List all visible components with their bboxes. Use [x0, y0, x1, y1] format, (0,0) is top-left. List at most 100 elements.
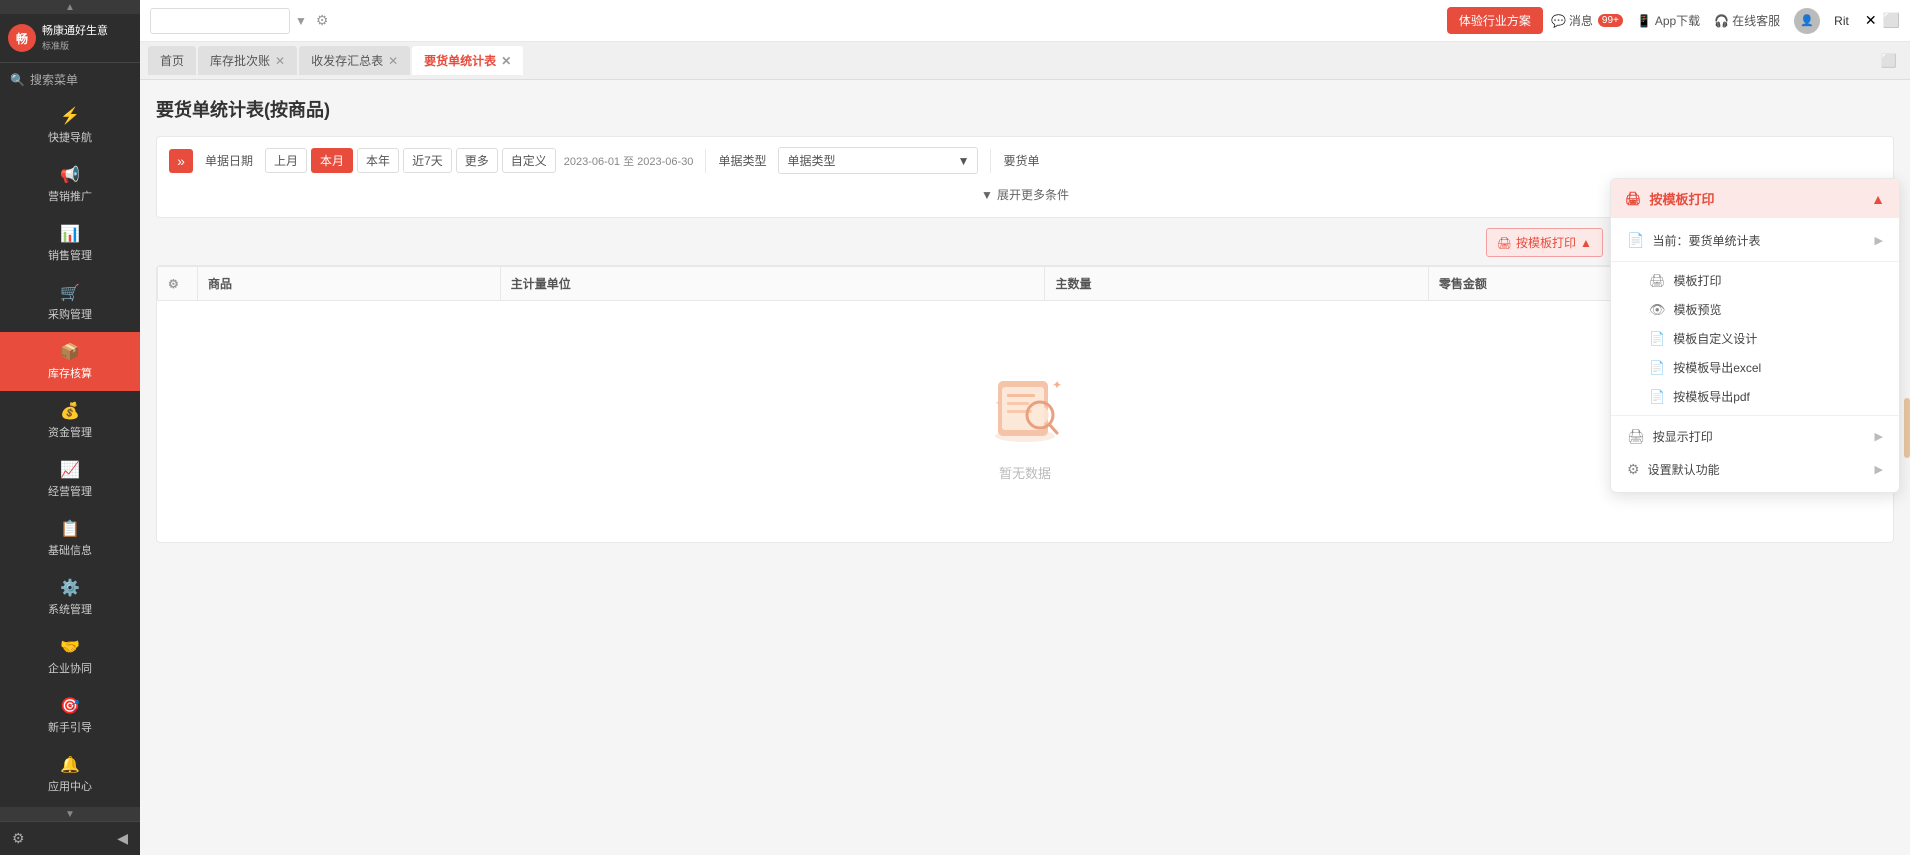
print-menu-export-pdf[interactable]: 📄 按模板导出pdf: [1611, 382, 1899, 411]
template-print-label: 模板打印: [1674, 272, 1722, 289]
user-avatar[interactable]: 👤: [1794, 8, 1820, 34]
date-btn-custom[interactable]: 自定义: [502, 148, 556, 173]
date-btn-last-month[interactable]: 上月: [265, 148, 307, 173]
default-func-left: ⚙ 设置默认功能: [1627, 461, 1720, 478]
print-dropdown-title: 按模板打印: [1650, 189, 1715, 208]
print-dropdown-body: 📄 当前：要货单统计表 ▶ 🖨 模板打印 👁 模板预览: [1611, 218, 1899, 492]
topbar-chevron-icon[interactable]: ▼: [295, 14, 307, 28]
filter-expand-icon[interactable]: »: [169, 149, 193, 173]
sidebar-item-wechat[interactable]: 💬 企业微信: [0, 804, 140, 807]
table-gear-icon[interactable]: ⚙: [168, 277, 179, 291]
topbar-search-input[interactable]: [150, 8, 290, 34]
appstore-icon: 🔔: [60, 755, 80, 775]
sidebar-item-guide-label: 新手引导: [48, 719, 92, 735]
print-header-left: 🖨 按模板打印: [1625, 189, 1715, 208]
finance-icon: 💰: [60, 401, 80, 421]
print-menu-template-design[interactable]: 📄 模板自定义设计: [1611, 324, 1899, 353]
message-label: 消息: [1569, 12, 1593, 29]
sidebar-item-purchase[interactable]: 🛒 采购管理: [0, 273, 140, 332]
print-menu-template-preview[interactable]: 👁 模板预览: [1611, 295, 1899, 324]
sidebar-scroll-down[interactable]: ▼: [0, 807, 140, 821]
sidebar-scroll-up[interactable]: ▲: [0, 0, 140, 14]
sidebar-item-finance[interactable]: 💰 资金管理: [0, 391, 140, 450]
print-menu-display-print[interactable]: 🖨 按显示打印 ▶: [1611, 420, 1899, 453]
sidebar-item-guide[interactable]: 🎯 新手引导: [0, 686, 140, 745]
sidebar-item-marketing[interactable]: 📢 营销推广: [0, 155, 140, 214]
expand-conditions-button[interactable]: ▼ 展开更多条件: [971, 182, 1079, 207]
online-service-button[interactable]: 🎧 在线客服: [1714, 12, 1780, 29]
trial-button[interactable]: 体验行业方案: [1447, 7, 1543, 34]
message-badge: 99+: [1598, 14, 1623, 27]
print-current-item[interactable]: 📄 当前：要货单统计表 ▶: [1611, 224, 1899, 257]
order-type-select[interactable]: 单据类型 ▼: [778, 147, 978, 174]
tab-order-stats[interactable]: 要货单统计表 ✕: [412, 46, 523, 75]
filter-divider-2: [990, 149, 991, 173]
print-header-icon: 🖨: [1625, 191, 1642, 207]
print-dropdown-close[interactable]: ▲: [1871, 191, 1885, 207]
tab-receipt-summary-label: 收发存汇总表: [311, 52, 383, 69]
tab-inventory-batch[interactable]: 库存批次账 ✕: [198, 46, 297, 75]
date-buttons: 上月 本月 本年 近7天 更多 自定义 2023-06-01 至 2023-06…: [265, 148, 693, 173]
app-download-button[interactable]: 📱 App下载: [1637, 12, 1700, 29]
settings-icon[interactable]: ⚙: [12, 830, 25, 847]
message-icon: 💬: [1551, 14, 1566, 28]
print-menu-default-func[interactable]: ⚙ 设置默认功能 ▶: [1611, 453, 1899, 486]
guide-icon: 🎯: [60, 696, 80, 716]
date-range-text: 2023-06-01 至 2023-06-30: [564, 153, 694, 169]
print-menu-template-print[interactable]: 🖨 模板打印: [1611, 266, 1899, 295]
sidebar-item-purchase-label: 采购管理: [48, 306, 92, 322]
window-maximize-icon[interactable]: ⬜: [1883, 12, 1900, 29]
tab-expand-button[interactable]: ⬜: [1876, 48, 1902, 74]
sidebar-item-basic[interactable]: 📋 基础信息: [0, 509, 140, 568]
table-header-settings[interactable]: ⚙: [158, 267, 198, 301]
goods-label: 要货单: [1003, 152, 1039, 169]
empty-illustration: ✦ ✦: [980, 361, 1070, 451]
right-scrollbar[interactable]: [1904, 398, 1910, 458]
avatar-placeholder: 👤: [1800, 14, 1814, 27]
filter-divider-1: [705, 149, 706, 173]
shortcut-icon: ⚡: [60, 106, 80, 126]
tab-receipt-summary-close[interactable]: ✕: [388, 54, 398, 68]
tab-inventory-batch-close[interactable]: ✕: [275, 54, 285, 68]
sidebar-item-enterprise[interactable]: 🤝 企业协同: [0, 627, 140, 686]
message-button[interactable]: 💬 消息 99+: [1551, 12, 1623, 29]
window-close-icon[interactable]: ✕: [1865, 12, 1877, 29]
print-current-label: 当前：要货单统计表: [1652, 232, 1760, 249]
print-button[interactable]: 🖨 按模板打印 ▲: [1486, 228, 1603, 257]
system-icon: ⚙️: [60, 578, 80, 598]
date-btn-current-month[interactable]: 本月: [311, 148, 353, 173]
sidebar-item-shortcut[interactable]: ⚡ 快捷导航: [0, 96, 140, 155]
sidebar-item-operation[interactable]: 📈 经营管理: [0, 450, 140, 509]
date-label: 单据日期: [205, 152, 253, 169]
display-print-left: 🖨 按显示打印: [1627, 428, 1713, 445]
app-download-label: App下载: [1655, 12, 1700, 29]
sidebar-item-sales[interactable]: 📊 销售管理: [0, 214, 140, 273]
sidebar-item-appstore[interactable]: 🔔 应用中心: [0, 745, 140, 804]
marketing-icon: 📢: [60, 165, 80, 185]
basic-icon: 📋: [60, 519, 80, 539]
topbar-breadcrumb: ▼ ⚙: [150, 8, 1439, 34]
tab-receipt-summary[interactable]: 收发存汇总表 ✕: [299, 46, 410, 75]
tab-home[interactable]: 首页: [148, 46, 196, 75]
sidebar-item-system[interactable]: ⚙️ 系统管理: [0, 568, 140, 627]
window-controls: ✕ ⬜: [1865, 12, 1900, 29]
page-content: 要货单统计表(按商品) » 单据日期 上月 本月 本年 近7天 更多 自定义 2…: [140, 80, 1910, 855]
sidebar-item-inventory[interactable]: 📦 库存核算: [0, 332, 140, 391]
collapse-icon[interactable]: ◀: [117, 830, 128, 847]
display-print-chevron-icon: ▶: [1875, 430, 1883, 443]
tab-inventory-batch-label: 库存批次账: [210, 52, 270, 69]
date-btn-more[interactable]: 更多: [456, 148, 498, 173]
default-func-icon: ⚙: [1627, 461, 1640, 478]
main-area: ▼ ⚙ 体验行业方案 💬 消息 99+ 📱 App下载 🎧 在线客服 👤 Rit: [140, 0, 1910, 855]
tab-order-stats-close[interactable]: ✕: [501, 54, 511, 68]
print-icon: 🖨: [1497, 236, 1512, 250]
print-menu-export-excel[interactable]: 📄 按模板导出excel: [1611, 353, 1899, 382]
topbar-gear-icon[interactable]: ⚙: [316, 12, 329, 29]
date-btn-7days[interactable]: 近7天: [403, 148, 452, 173]
default-func-label: 设置默认功能: [1648, 461, 1720, 478]
topbar-right: 💬 消息 99+ 📱 App下载 🎧 在线客服 👤 Rit: [1551, 8, 1849, 34]
date-btn-current-year[interactable]: 本年: [357, 148, 399, 173]
table-header-goods: 商品: [198, 267, 501, 301]
sidebar-search[interactable]: 🔍 搜索菜单: [0, 63, 140, 96]
sidebar-item-system-label: 系统管理: [48, 601, 92, 617]
